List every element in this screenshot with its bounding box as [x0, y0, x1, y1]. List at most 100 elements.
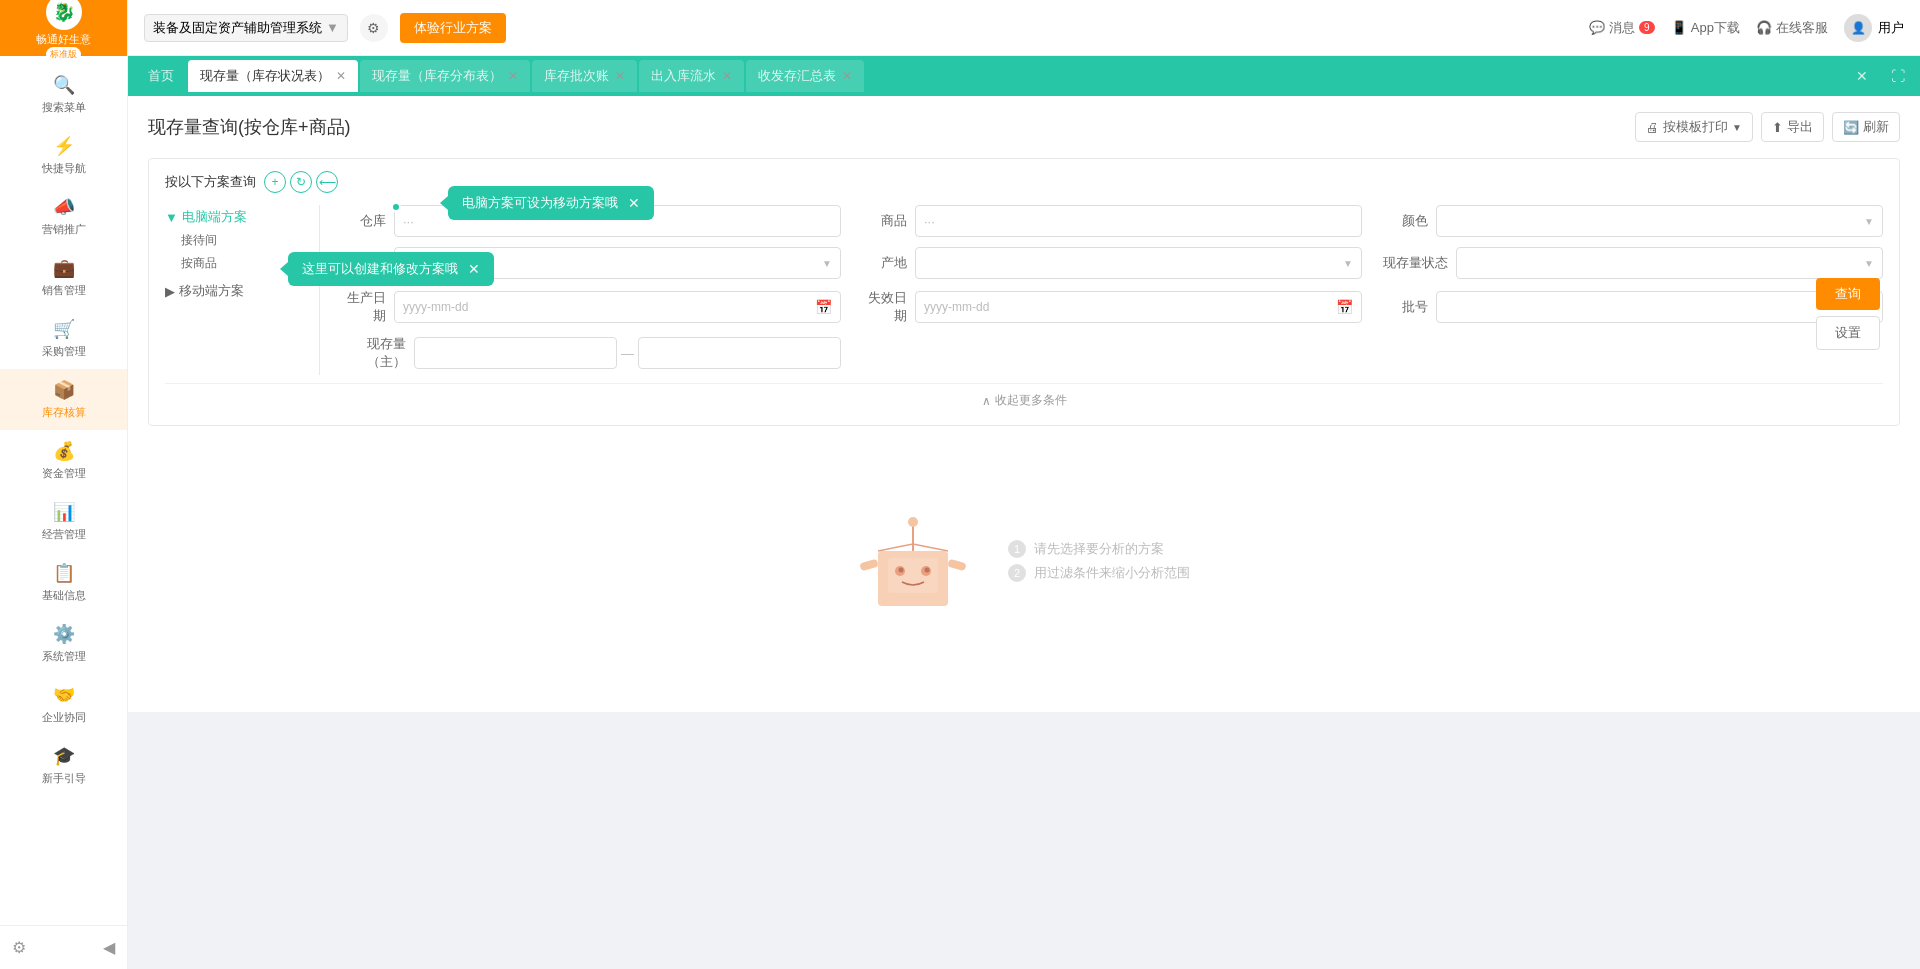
- tooltip-close-2[interactable]: ✕: [468, 261, 480, 277]
- tooltip-close-1[interactable]: ✕: [628, 195, 640, 211]
- collapse-button[interactable]: ∧ 收起更多条件: [165, 383, 1883, 417]
- page-actions: 🖨 按模板打印 ▼ ⬆ 导出 🔄 刷新: [1635, 112, 1900, 142]
- product-field: 商品 ···: [857, 205, 1362, 237]
- empty-state: 1 请先选择要分析的方案 2 用过滤条件来缩小分析范围: [148, 426, 1900, 696]
- tab-collect-summary[interactable]: 收发存汇总表 ✕: [746, 60, 864, 92]
- message-action[interactable]: 💬 消息 9: [1589, 19, 1655, 37]
- color-dropdown-icon: ▼: [1864, 216, 1874, 227]
- stock-main-to[interactable]: [638, 337, 841, 369]
- filter-body: ▼ 电脑端方案 接待间 按商品 ▶ 移动端方案: [165, 205, 1883, 375]
- arrow-scheme-button[interactable]: ⟵: [316, 171, 338, 193]
- tab-bar-right: ✕ ⛶: [1848, 62, 1912, 90]
- search-menu-icon: 🔍: [53, 74, 75, 96]
- sidebar-item-quick-nav[interactable]: ⚡ 快捷导航: [0, 125, 127, 186]
- stock-status-dropdown-icon: ▼: [1864, 258, 1874, 269]
- top-header: 装备及固定资产辅助管理系统 ▼ ⚙ 体验行业方案 💬 消息 9 📱 App下载 …: [128, 0, 1920, 56]
- sidebar-item-enterprise[interactable]: 🤝 企业协同: [0, 674, 127, 735]
- search-button[interactable]: 查询: [1816, 278, 1880, 310]
- tooltip-text-2: 这里可以创建和修改方案哦: [302, 260, 458, 278]
- calendar-icon-2: 📅: [1336, 299, 1353, 315]
- enterprise-icon: 🤝: [53, 684, 75, 706]
- tab-close-in-out-flow[interactable]: ✕: [722, 69, 732, 83]
- stock-main-from[interactable]: [414, 337, 617, 369]
- collapse-up-icon: ∧: [982, 394, 991, 408]
- refresh-button[interactable]: 🔄 刷新: [1832, 112, 1900, 142]
- tooltip-arrow-2: [280, 262, 288, 276]
- tab-inventory-status[interactable]: 现存量（库存状况表） ✕: [188, 60, 358, 92]
- sidebar-item-basic[interactable]: 📋 基础信息: [0, 552, 127, 613]
- filter-row-2: 尺码 ▼ 产地 ▼: [336, 247, 1883, 279]
- system-selector[interactable]: 装备及固定资产辅助管理系统 ▼: [144, 14, 348, 42]
- tab-close-all-button[interactable]: ✕: [1848, 62, 1876, 90]
- expire-date-from[interactable]: yyyy-mm-dd 📅: [915, 291, 1362, 323]
- color-select[interactable]: ▼: [1436, 205, 1883, 237]
- user-label: 用户: [1878, 19, 1904, 37]
- origin-select[interactable]: ▼: [915, 247, 1362, 279]
- stock-main-field: 现存量（主） —: [336, 335, 841, 371]
- logo-icon: 🐉: [46, 0, 82, 30]
- reset-button[interactable]: 设置: [1816, 316, 1880, 350]
- add-scheme-button[interactable]: +: [264, 171, 286, 193]
- sidebar-item-system[interactable]: ⚙️ 系统管理: [0, 613, 127, 674]
- sidebar-item-search-menu[interactable]: 🔍 搜索菜单: [0, 64, 127, 125]
- system-icon: ⚙️: [53, 623, 75, 645]
- sidebar: 🐉 畅通好生意 标准版 🔍 搜索菜单 ⚡ 快捷导航 📣 营销推广 💼 销售管理 …: [0, 0, 128, 969]
- color-field: 颜色 ▼: [1378, 205, 1883, 237]
- scheme-pc[interactable]: ▼ 电脑端方案: [165, 205, 311, 229]
- collapse-sidebar-icon[interactable]: ◀: [103, 938, 115, 957]
- filter-action-buttons: + ↻ ⟵: [264, 171, 338, 193]
- tab-close-batch-account[interactable]: ✕: [615, 69, 625, 83]
- settings-icon[interactable]: ⚙: [12, 938, 26, 957]
- sidebar-item-guide[interactable]: 🎓 新手引导: [0, 735, 127, 796]
- stock-status-label: 现存量状态: [1378, 254, 1448, 272]
- batch-field: 批号: [1378, 289, 1883, 325]
- svg-line-11: [913, 544, 948, 551]
- sidebar-item-purchase[interactable]: 🛒 采购管理: [0, 308, 127, 369]
- calendar-icon-1: 📅: [815, 299, 832, 315]
- tab-close-collect-summary[interactable]: ✕: [842, 69, 852, 83]
- dot-indicator: [391, 202, 401, 212]
- tab-fullscreen-button[interactable]: ⛶: [1884, 62, 1912, 90]
- marketing-icon: 📣: [53, 196, 75, 218]
- logo-text: 畅通好生意: [36, 32, 91, 47]
- scheme-mobile-label: 移动端方案: [179, 282, 244, 300]
- product-input[interactable]: ···: [915, 205, 1362, 237]
- app-download-action[interactable]: 📱 App下载: [1671, 19, 1740, 37]
- gear-button[interactable]: ⚙: [360, 14, 388, 42]
- stock-range-sep: —: [621, 346, 634, 361]
- tab-batch-account[interactable]: 库存批次账 ✕: [532, 60, 637, 92]
- refresh-icon: 🔄: [1843, 120, 1859, 135]
- scheme-sub-reception[interactable]: 接待间: [181, 229, 311, 252]
- industry-button[interactable]: 体验行业方案: [400, 13, 506, 43]
- sidebar-item-operations[interactable]: 📊 经营管理: [0, 491, 127, 552]
- tab-close-inventory-status[interactable]: ✕: [336, 69, 346, 83]
- sidebar-item-inventory[interactable]: 📦 库存核算: [0, 369, 127, 430]
- tooltip-arrow-1: [440, 196, 448, 210]
- tab-in-out-flow[interactable]: 出入库流水 ✕: [639, 60, 744, 92]
- empty-step-2: 2 用过滤条件来缩小分析范围: [1008, 564, 1190, 582]
- origin-field: 产地 ▼: [857, 247, 1362, 279]
- search-btn-group: 查询 设置: [1816, 278, 1880, 350]
- produce-date-label: 生产日期: [336, 289, 386, 325]
- tab-close-inventory-dist[interactable]: ✕: [508, 69, 518, 83]
- scheme-expand-icon: ▼: [165, 210, 178, 225]
- user-area[interactable]: 👤 用户: [1844, 14, 1904, 42]
- sidebar-item-sales[interactable]: 💼 销售管理: [0, 247, 127, 308]
- tab-bar: 首页 现存量（库存状况表） ✕ 现存量（库存分布表） ✕ 库存批次账 ✕ 出入库…: [128, 56, 1920, 96]
- tab-home[interactable]: 首页: [136, 60, 186, 92]
- export-button[interactable]: ⬆ 导出: [1761, 112, 1824, 142]
- message-badge: 9: [1639, 21, 1655, 34]
- page-title: 现存量查询(按仓库+商品): [148, 115, 351, 139]
- sidebar-item-finance[interactable]: 💰 资金管理: [0, 430, 127, 491]
- step-num-2: 2: [1008, 564, 1026, 582]
- produce-date-field: 生产日期 yyyy-mm-dd 📅: [336, 289, 841, 325]
- produce-date-from[interactable]: yyyy-mm-dd 📅: [394, 291, 841, 323]
- tab-inventory-dist[interactable]: 现存量（库存分布表） ✕: [360, 60, 530, 92]
- mobile-icon: 📱: [1671, 20, 1687, 35]
- stock-status-select[interactable]: ▼: [1456, 247, 1883, 279]
- page-container: 现存量查询(按仓库+商品) 🖨 按模板打印 ▼ ⬆ 导出 🔄 刷新: [128, 96, 1920, 712]
- service-action[interactable]: 🎧 在线客服: [1756, 19, 1828, 37]
- sidebar-item-marketing[interactable]: 📣 营销推广: [0, 186, 127, 247]
- refresh-scheme-button[interactable]: ↻: [290, 171, 312, 193]
- template-print-button[interactable]: 🖨 按模板打印 ▼: [1635, 112, 1753, 142]
